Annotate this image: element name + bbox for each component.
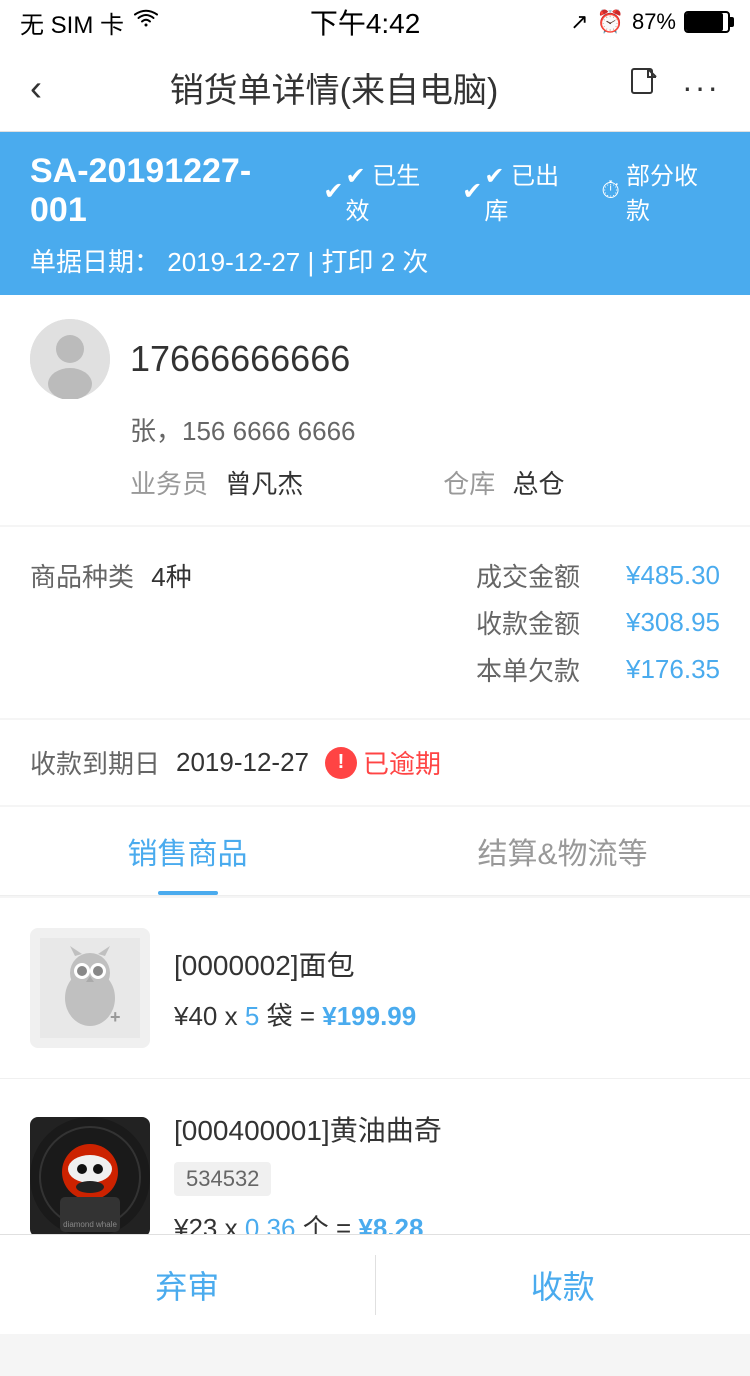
nav-right: ··· bbox=[626, 65, 720, 110]
cancel-button[interactable]: 弃审 bbox=[0, 1235, 375, 1334]
customer-section: 17666666666 张，156 6666 6666 业务员 曾凡杰 仓库 总… bbox=[0, 295, 750, 525]
customer-phone: 17666666666 bbox=[130, 338, 350, 380]
svg-text:+: + bbox=[110, 1007, 121, 1027]
product-name-1: [0000002]面包 bbox=[174, 944, 720, 984]
order-id: SA-20191227-001 bbox=[30, 152, 303, 230]
product-info-1: [0000002]面包 ¥40 x 5 袋 = ¥199.99 bbox=[174, 944, 720, 1033]
product-info-2: [000400001]黄油曲奇 534532 ¥23 x 0.36 个 = ¥8… bbox=[174, 1109, 720, 1245]
page-title: 销货单详情(来自电脑) bbox=[170, 63, 499, 112]
tab-sales-products[interactable]: 销售商品 bbox=[0, 807, 375, 895]
check-icon-1: ✔ bbox=[323, 177, 343, 206]
bottom-bar: 弃审 收款 bbox=[0, 1234, 750, 1334]
deal-amount-row: 成交金额 ¥485.30 bbox=[476, 557, 720, 594]
battery-icon bbox=[684, 11, 730, 33]
battery-percent: 87% bbox=[632, 9, 676, 35]
product-thumbnail-2: diamond whale bbox=[30, 1117, 150, 1237]
overdue-icon: ! bbox=[325, 747, 357, 779]
header-banner: SA-20191227-001 ✔ ✔ 已生效 ✔ ✔ 已出库 ⏱ 部分收款 单… bbox=[0, 132, 750, 295]
avatar bbox=[30, 319, 110, 399]
status-shipped: ✔ ✔ 已出库 bbox=[462, 156, 581, 226]
tabs-section: 销售商品 结算&物流等 bbox=[0, 807, 750, 896]
banner-top: SA-20191227-001 ✔ ✔ 已生效 ✔ ✔ 已出库 ⏱ 部分收款 bbox=[30, 152, 720, 230]
due-section: 收款到期日 2019-12-27 ! 已逾期 bbox=[0, 720, 750, 805]
status-right: ↗ ⏰ 87% bbox=[570, 9, 730, 35]
product-name-2: [000400001]黄油曲奇 bbox=[174, 1109, 720, 1149]
table-row: + [0000002]面包 ¥40 x 5 袋 = ¥199.99 bbox=[0, 898, 750, 1079]
staff-label: 业务员 曾凡杰 bbox=[130, 464, 303, 501]
overdue-badge: ! 已逾期 bbox=[325, 744, 441, 781]
location-icon: ↗ bbox=[570, 9, 588, 35]
warehouse-label: 仓库 总仓 bbox=[443, 464, 564, 501]
back-button[interactable]: ‹ bbox=[30, 67, 42, 109]
product-thumbnail-1: + bbox=[30, 928, 150, 1048]
tabs-row: 销售商品 结算&物流等 bbox=[0, 807, 750, 895]
status-time: 下午4:42 bbox=[310, 2, 421, 42]
carrier-label: 无 SIM 卡 bbox=[20, 5, 124, 40]
debt-amount-row: 本单欠款 ¥176.35 bbox=[476, 651, 720, 688]
nav-bar: ‹ 销货单详情(来自电脑) ··· bbox=[0, 44, 750, 132]
status-bar: 无 SIM 卡 下午4:42 ↗ ⏰ 87% bbox=[0, 0, 750, 44]
clock-icon: ⏱ bbox=[601, 177, 620, 205]
status-left: 无 SIM 卡 bbox=[20, 5, 160, 40]
customer-meta: 业务员 曾凡杰 仓库 总仓 bbox=[30, 464, 720, 501]
check-icon-2: ✔ bbox=[462, 177, 482, 206]
status-effected: ✔ ✔ 已生效 bbox=[323, 156, 442, 226]
product-price-1: ¥40 x 5 袋 = ¥199.99 bbox=[174, 996, 720, 1033]
alarm-icon: ⏰ bbox=[597, 9, 624, 35]
wifi-icon bbox=[132, 8, 160, 36]
stats-right: 成交金额 ¥485.30 收款金额 ¥308.95 本单欠款 ¥176.35 bbox=[476, 557, 720, 688]
confirm-button[interactable]: 收款 bbox=[376, 1235, 750, 1334]
tab-settlement-logistics[interactable]: 结算&物流等 bbox=[375, 807, 750, 895]
banner-date: 单据日期： 2019-12-27 | 打印 2 次 bbox=[30, 242, 720, 279]
receipt-amount-row: 收款金额 ¥308.95 bbox=[476, 604, 720, 641]
product-type-count: 商品种类 4种 bbox=[30, 557, 192, 594]
customer-top: 17666666666 bbox=[30, 319, 720, 399]
svg-text:diamond whale: diamond whale bbox=[63, 1220, 117, 1229]
products-list: + [0000002]面包 ¥40 x 5 袋 = ¥199.99 bbox=[0, 898, 750, 1276]
share-icon[interactable] bbox=[626, 65, 662, 110]
customer-info: 张，156 6666 6666 bbox=[30, 411, 720, 448]
product-sku-2: 534532 bbox=[174, 1162, 271, 1196]
more-icon[interactable]: ··· bbox=[682, 69, 720, 106]
stats-section: 商品种类 4种 成交金额 ¥485.30 收款金额 ¥308.95 本单欠款 ¥… bbox=[0, 527, 750, 718]
status-partial: ⏱ 部分收款 bbox=[601, 156, 720, 226]
